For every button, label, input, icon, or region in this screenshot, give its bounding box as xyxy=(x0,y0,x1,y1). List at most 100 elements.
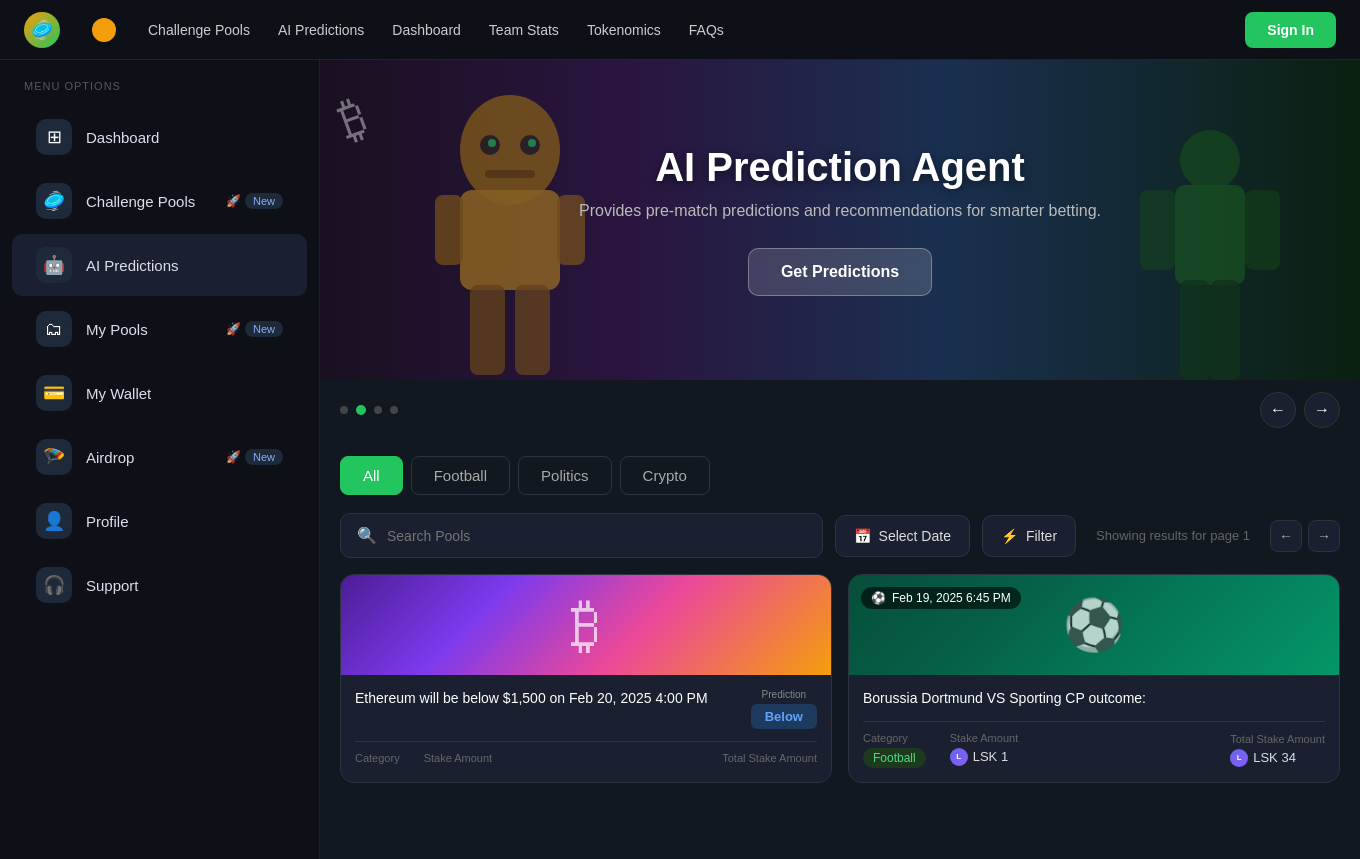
challenge-pools-badge-text: New xyxy=(245,193,283,209)
category-meta-2: Category Football xyxy=(863,732,926,768)
card-date-badge-2: ⚽ Feb 19, 2025 6:45 PM xyxy=(861,587,1021,609)
card-meta-2: Category Football Stake Amount L LSK 1 xyxy=(863,732,1018,768)
football-tag: Football xyxy=(863,748,926,768)
category-value-2: Football xyxy=(863,748,926,768)
card-date-text-2: Feb 19, 2025 6:45 PM xyxy=(892,591,1011,605)
sidebar: MENU OPTIONS ⊞ Dashboard 🥏 Challenge Poo… xyxy=(0,60,320,859)
nav-dashboard[interactable]: Dashboard xyxy=(392,22,461,38)
airdrop-badge: 🚀 New xyxy=(226,449,283,465)
sidebar-label-airdrop: Airdrop xyxy=(86,449,212,466)
page-prev-button[interactable]: ← xyxy=(1270,520,1302,552)
sidebar-item-my-pools[interactable]: 🗂 My Pools 🚀 New xyxy=(12,298,307,360)
filter-tab-politics[interactable]: Politics xyxy=(518,456,612,495)
total-stake-label-2: Total Stake Amount xyxy=(1230,733,1325,745)
carousel-dot-2[interactable] xyxy=(356,405,366,415)
prediction-value-1: Below xyxy=(751,704,817,729)
filter-tab-crypto[interactable]: Crypto xyxy=(620,456,710,495)
soccer-icon: ⚽ xyxy=(871,591,886,605)
nav-challenge-pools[interactable]: Challenge Pools xyxy=(148,22,250,38)
stake-meta-2: Stake Amount L LSK 1 xyxy=(950,732,1019,768)
results-info: Showing results for page 1 xyxy=(1088,528,1258,543)
sidebar-item-profile[interactable]: 👤 Profile xyxy=(12,490,307,552)
total-stake-label-1: Total Stake Amount xyxy=(722,752,817,764)
total-stake-meta-1: Total Stake Amount xyxy=(722,752,817,764)
challenge-pools-icon: 🥏 xyxy=(36,183,72,219)
sidebar-item-my-wallet[interactable]: 💳 My Wallet xyxy=(12,362,307,424)
pool-card-2[interactable]: ⚽ ⚽ Feb 19, 2025 6:45 PM Borussia Dortmu… xyxy=(848,574,1340,783)
sidebar-label-challenge-pools: Challenge Pools xyxy=(86,193,212,210)
hero-banner: ₿ AI Prediction Agent Provides pre-match… xyxy=(320,60,1360,380)
sidebar-item-airdrop[interactable]: 🪂 Airdrop 🚀 New xyxy=(12,426,307,488)
search-box[interactable]: 🔍 xyxy=(340,513,823,558)
category-meta-1: Category xyxy=(355,752,400,764)
card-prediction-header-2: Borussia Dortmund VS Sporting CP outcome… xyxy=(863,689,1325,709)
hero-subtitle: Provides pre-match predictions and recom… xyxy=(340,202,1340,220)
sidebar-item-challenge-pools[interactable]: 🥏 Challenge Pools 🚀 New xyxy=(12,170,307,232)
page-next-button[interactable]: → xyxy=(1308,520,1340,552)
prediction-badge-1: Prediction Below xyxy=(751,689,817,729)
carousel-dot-3[interactable] xyxy=(374,406,382,414)
carousel-dots xyxy=(340,405,398,415)
stake-amount-2: LSK 1 xyxy=(973,749,1008,764)
card-title-2: Borussia Dortmund VS Sporting CP outcome… xyxy=(863,689,1325,709)
card-footer-1: Category Stake Amount Total Stake Amount xyxy=(355,741,817,764)
carousel-prev-button[interactable]: ← xyxy=(1260,392,1296,428)
carousel-arrows: ← → xyxy=(1260,392,1340,428)
main-layout: MENU OPTIONS ⊞ Dashboard 🥏 Challenge Poo… xyxy=(0,60,1360,859)
support-icon: 🎧 xyxy=(36,567,72,603)
search-row: 🔍 📅 Select Date ⚡ Filter Showing results… xyxy=(320,505,1360,574)
dashboard-icon: ⊞ xyxy=(36,119,72,155)
category-label-1: Category xyxy=(355,752,400,764)
nav-ai-predictions[interactable]: AI Predictions xyxy=(278,22,364,38)
carousel-dot-4[interactable] xyxy=(390,406,398,414)
sidebar-item-dashboard[interactable]: ⊞ Dashboard xyxy=(12,106,307,168)
sidebar-label-ai-predictions: AI Predictions xyxy=(86,257,283,274)
logo-icon: 🥏 xyxy=(24,12,60,48)
hero-content: AI Prediction Agent Provides pre-match p… xyxy=(320,125,1360,316)
sidebar-label-support: Support xyxy=(86,577,283,594)
logo[interactable]: 🥏 xyxy=(24,12,60,48)
search-input[interactable] xyxy=(387,528,806,544)
my-pools-icon: 🗂 xyxy=(36,311,72,347)
filter-tab-all[interactable]: All xyxy=(340,456,403,495)
theme-toggle-icon[interactable] xyxy=(92,18,116,42)
airdrop-icon: 🪂 xyxy=(36,439,72,475)
select-date-button[interactable]: 📅 Select Date xyxy=(835,515,970,557)
search-icon: 🔍 xyxy=(357,526,377,545)
get-predictions-button[interactable]: Get Predictions xyxy=(748,248,932,296)
total-stake-meta-2: Total Stake Amount L LSK 34 xyxy=(1230,733,1325,767)
content-area: ₿ AI Prediction Agent Provides pre-match… xyxy=(320,60,1360,859)
carousel-controls: ← → xyxy=(320,380,1360,440)
sidebar-label-my-pools: My Pools xyxy=(86,321,212,338)
pool-card-1[interactable]: ₿ Ethereum will be below $1,500 on Feb 2… xyxy=(340,574,832,783)
my-pools-badge: 🚀 New xyxy=(226,321,283,337)
card-image-1: ₿ xyxy=(341,575,831,675)
carousel-dot-1[interactable] xyxy=(340,406,348,414)
category-label-2: Category xyxy=(863,732,926,744)
signin-button[interactable]: Sign In xyxy=(1245,12,1336,48)
nav-faqs[interactable]: FAQs xyxy=(689,22,724,38)
stake-label-2: Stake Amount xyxy=(950,732,1019,744)
profile-icon: 👤 xyxy=(36,503,72,539)
my-wallet-icon: 💳 xyxy=(36,375,72,411)
filter-icon: ⚡ xyxy=(1001,528,1018,544)
filter-button[interactable]: ⚡ Filter xyxy=(982,515,1076,557)
stake-value-2: L LSK 1 xyxy=(950,748,1019,766)
sidebar-item-ai-predictions[interactable]: 🤖 AI Predictions xyxy=(12,234,307,296)
card-footer-2: Category Football Stake Amount L LSK 1 xyxy=(863,721,1325,768)
page-navigation: ← → xyxy=(1270,520,1340,552)
nav-links: Challenge Pools AI Predictions Dashboard… xyxy=(148,22,1213,38)
carousel-next-button[interactable]: → xyxy=(1304,392,1340,428)
select-date-label: Select Date xyxy=(879,528,951,544)
filter-tab-football[interactable]: Football xyxy=(411,456,510,495)
ai-predictions-icon: 🤖 xyxy=(36,247,72,283)
card-meta-1: Category Stake Amount xyxy=(355,752,492,764)
sidebar-item-support[interactable]: 🎧 Support xyxy=(12,554,307,616)
nav-tokenomics[interactable]: Tokenomics xyxy=(587,22,661,38)
lsk-icon-total: L xyxy=(1230,749,1248,767)
card-crypto-image: ₿ xyxy=(341,575,831,675)
sidebar-label-dashboard: Dashboard xyxy=(86,129,283,146)
nav-team-stats[interactable]: Team Stats xyxy=(489,22,559,38)
challenge-pools-badge: 🚀 New xyxy=(226,193,283,209)
menu-options-label: MENU OPTIONS xyxy=(0,80,319,104)
